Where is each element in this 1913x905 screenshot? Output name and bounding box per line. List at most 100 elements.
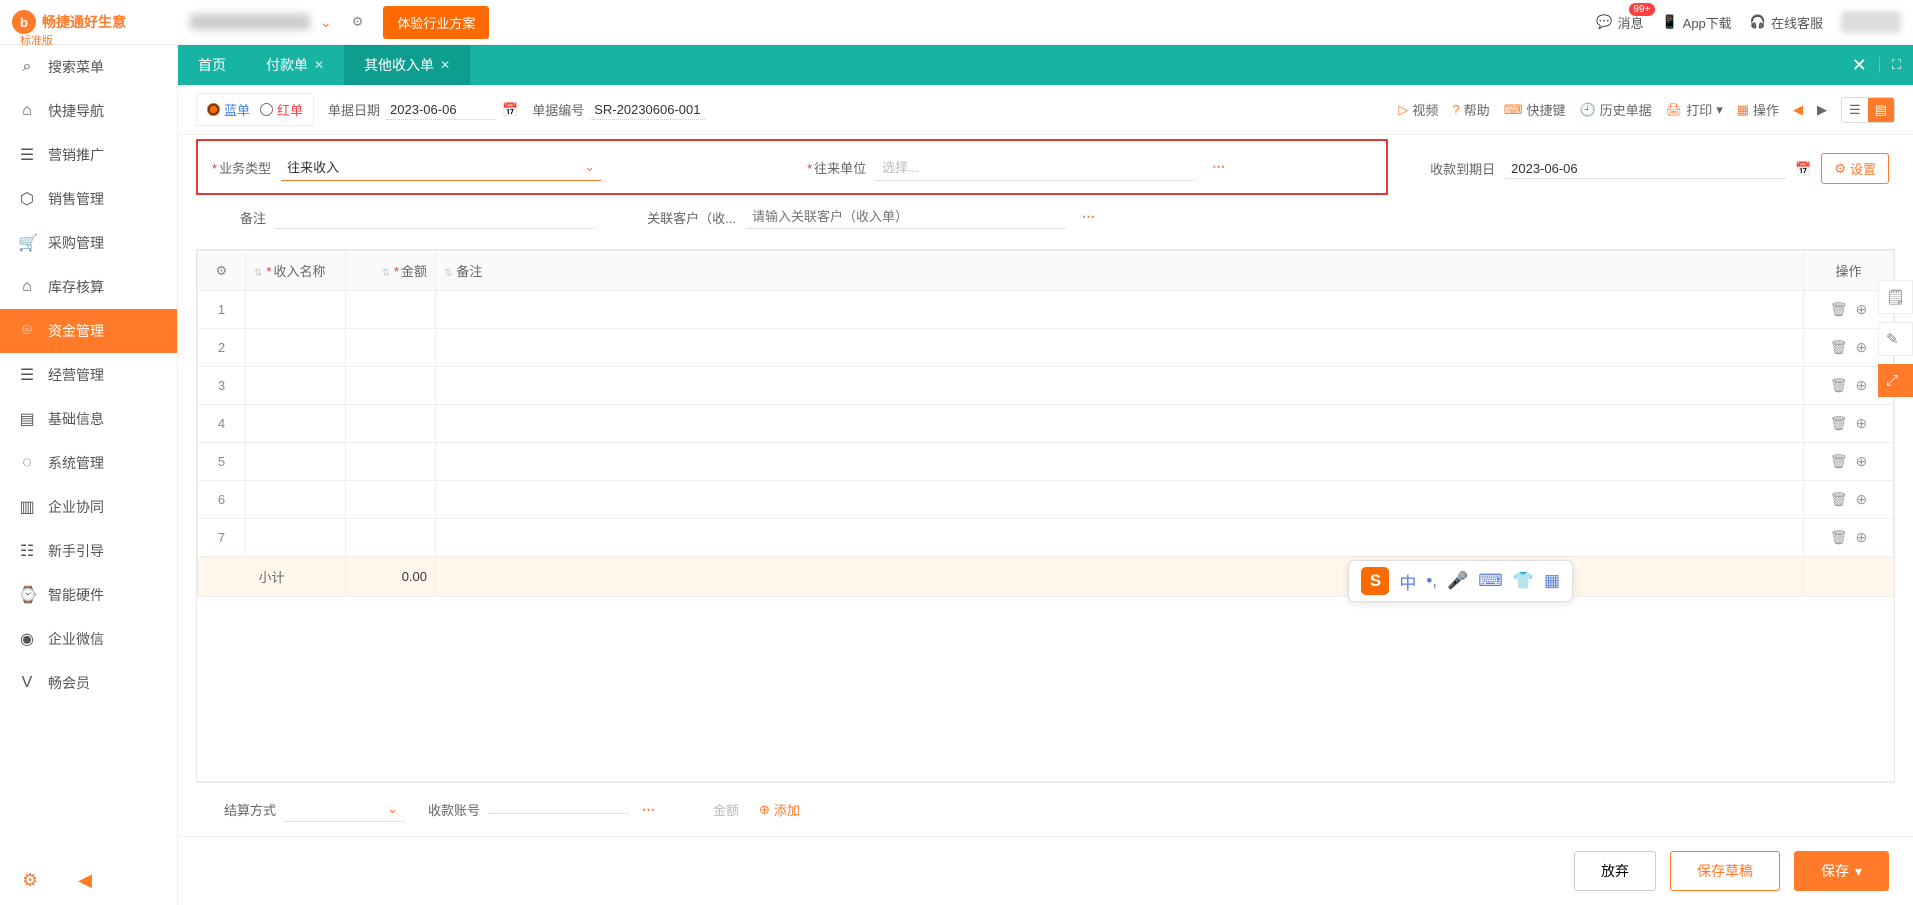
ime-lang[interactable]: 中: [1399, 569, 1416, 594]
add-row-icon[interactable]: ⊕: [1856, 339, 1868, 355]
add-row-icon[interactable]: ⊕: [1856, 301, 1868, 317]
online-service-button[interactable]: 🎧 在线客服: [1750, 13, 1823, 32]
calendar-icon[interactable]: 📅: [1795, 161, 1811, 177]
delete-row-icon[interactable]: 🗑: [1830, 453, 1848, 469]
table-row[interactable]: 3🗑⊕: [198, 367, 1894, 405]
table-row[interactable]: 5🗑⊕: [198, 443, 1894, 481]
relcust-input[interactable]: [746, 205, 1066, 229]
save-draft-button[interactable]: 保存草稿: [1670, 851, 1780, 891]
tab[interactable]: 首页: [178, 45, 246, 85]
sidebar-item[interactable]: ◉企业微信: [0, 617, 177, 661]
table-row[interactable]: 6🗑⊕: [198, 481, 1894, 519]
add-settle-button[interactable]: ⊕ 添加: [759, 800, 800, 819]
sidebar-item[interactable]: ☰经营管理: [0, 353, 177, 397]
add-row-icon[interactable]: ⊕: [1856, 415, 1868, 431]
sidebar-item[interactable]: ☷新手引导: [0, 529, 177, 573]
fullscreen-icon[interactable]: ⛶: [1879, 57, 1913, 73]
view-list-button[interactable]: ☰: [1842, 98, 1868, 122]
sidebar-item[interactable]: ▥企业协同: [0, 485, 177, 529]
sort-icon[interactable]: ⇅: [382, 268, 390, 279]
messages-button[interactable]: 💬 消息 99+: [1596, 13, 1643, 32]
sidebar-item[interactable]: ▤基础信息: [0, 397, 177, 441]
row-index: 4: [198, 405, 246, 443]
delete-row-icon[interactable]: 🗑: [1830, 491, 1848, 507]
discard-button[interactable]: 放弃: [1574, 851, 1656, 891]
relcust-more-icon[interactable]: ⋯: [1076, 209, 1103, 225]
close-all-tabs-icon[interactable]: ✕: [1840, 55, 1879, 76]
save-button[interactable]: 保存▾: [1794, 851, 1889, 891]
print-button[interactable]: 🖨打印 ▾: [1666, 100, 1723, 119]
ime-mic-icon[interactable]: 🎤: [1447, 571, 1468, 591]
sidebar-item[interactable]: ⌂库存核算: [0, 265, 177, 309]
expand-tool-icon[interactable]: ⤢: [1878, 364, 1913, 397]
table-row[interactable]: 4 🗑 ⊕: [198, 405, 1894, 443]
add-row-icon[interactable]: ⊕: [1856, 453, 1868, 469]
close-icon[interactable]: ✕: [440, 58, 450, 72]
add-row-icon[interactable]: ⊕: [1856, 529, 1868, 545]
remark-input[interactable]: [276, 205, 596, 229]
settle-acct-more-icon[interactable]: ⋯: [636, 802, 663, 818]
sidebar-item[interactable]: V畅会员: [0, 661, 177, 705]
next-doc-button[interactable]: ▶: [1817, 102, 1827, 118]
sidebar-item[interactable]: ⌕搜索菜单: [0, 45, 177, 89]
doc-date-value[interactable]: 2023-06-06: [386, 100, 496, 120]
ops-button[interactable]: ▦操作: [1737, 100, 1779, 119]
biztype-select[interactable]: 往来收入 ⌄: [281, 153, 601, 181]
sidebar-item[interactable]: 🛒采购管理: [0, 221, 177, 265]
org-gear-icon[interactable]: ⚙: [352, 14, 364, 30]
sidebar-item[interactable]: ☰营销推广: [0, 133, 177, 177]
blue-bill-label: 蓝单: [224, 100, 250, 119]
tab[interactable]: 其他收入单✕: [344, 45, 470, 85]
prev-doc-button[interactable]: ◀: [1793, 102, 1803, 118]
sidebar-item-label: 销售管理: [48, 189, 104, 209]
settings-button[interactable]: ⚙设置: [1821, 153, 1889, 184]
sidebar-item[interactable]: ◌系统管理: [0, 441, 177, 485]
close-icon[interactable]: ✕: [314, 58, 324, 72]
experience-button[interactable]: 体验行业方案: [383, 6, 489, 39]
view-card-button[interactable]: ▤: [1868, 98, 1894, 122]
note-tool-icon[interactable]: 🗒: [1878, 280, 1913, 314]
ime-skin-icon[interactable]: 👕: [1513, 571, 1534, 591]
partner-more-icon[interactable]: ⋯: [1206, 159, 1233, 175]
ime-keyboard-icon[interactable]: ⌨: [1478, 571, 1503, 591]
sidebar-item[interactable]: ⌚智能硬件: [0, 573, 177, 617]
red-bill-radio[interactable]: 红单: [260, 100, 303, 119]
shortcut-button[interactable]: ⌨快捷键: [1504, 100, 1566, 119]
ime-punct-icon[interactable]: •,: [1426, 571, 1437, 591]
blue-bill-radio[interactable]: 蓝单: [207, 100, 250, 119]
sort-icon[interactable]: ⇅: [444, 268, 452, 279]
settle-acct-select[interactable]: [488, 805, 628, 814]
help-button[interactable]: ?帮助: [1452, 100, 1489, 119]
history-button[interactable]: 🕘历史单据: [1579, 100, 1651, 119]
table-gear-header[interactable]: ⚙: [198, 251, 246, 291]
sidebar-icon: 🛒: [18, 233, 36, 253]
sidebar-item[interactable]: ⬡销售管理: [0, 177, 177, 221]
delete-row-icon[interactable]: 🗑: [1830, 377, 1848, 393]
sort-icon[interactable]: ⇅: [254, 268, 262, 279]
pen-tool-icon[interactable]: ✎: [1878, 322, 1913, 356]
settle-method-select[interactable]: ⌄: [284, 797, 404, 822]
duedate-value[interactable]: 2023-06-06: [1505, 159, 1785, 179]
table-row[interactable]: 2🗑⊕: [198, 329, 1894, 367]
sidebar-item[interactable]: ⌾资金管理: [0, 309, 177, 353]
delete-row-icon[interactable]: 🗑: [1830, 301, 1848, 317]
user-avatar[interactable]: [1841, 11, 1901, 33]
delete-row-icon[interactable]: 🗑: [1830, 415, 1848, 431]
ime-logo-icon[interactable]: S: [1361, 567, 1389, 595]
table-row[interactable]: 7🗑⊕: [198, 519, 1894, 557]
delete-row-icon[interactable]: 🗑: [1830, 529, 1848, 545]
partner-select[interactable]: 选择...: [876, 153, 1196, 181]
ime-menu-icon[interactable]: ▦: [1544, 571, 1560, 591]
add-row-icon[interactable]: ⊕: [1856, 377, 1868, 393]
collapse-icon[interactable]: ◀: [78, 870, 92, 891]
add-row-icon[interactable]: ⊕: [1856, 491, 1868, 507]
org-caret-icon[interactable]: ⌄: [320, 14, 332, 31]
table-row[interactable]: 1🗑⊕: [198, 291, 1894, 329]
app-download-button[interactable]: 📱 App下载: [1661, 13, 1731, 32]
settings-gear-icon[interactable]: ⚙: [22, 870, 38, 891]
sidebar-item[interactable]: ⌂快捷导航: [0, 89, 177, 133]
calendar-icon[interactable]: 📅: [502, 102, 518, 118]
video-button[interactable]: ▷视频: [1398, 100, 1438, 119]
delete-row-icon[interactable]: 🗑: [1830, 339, 1848, 355]
tab[interactable]: 付款单✕: [246, 45, 344, 85]
